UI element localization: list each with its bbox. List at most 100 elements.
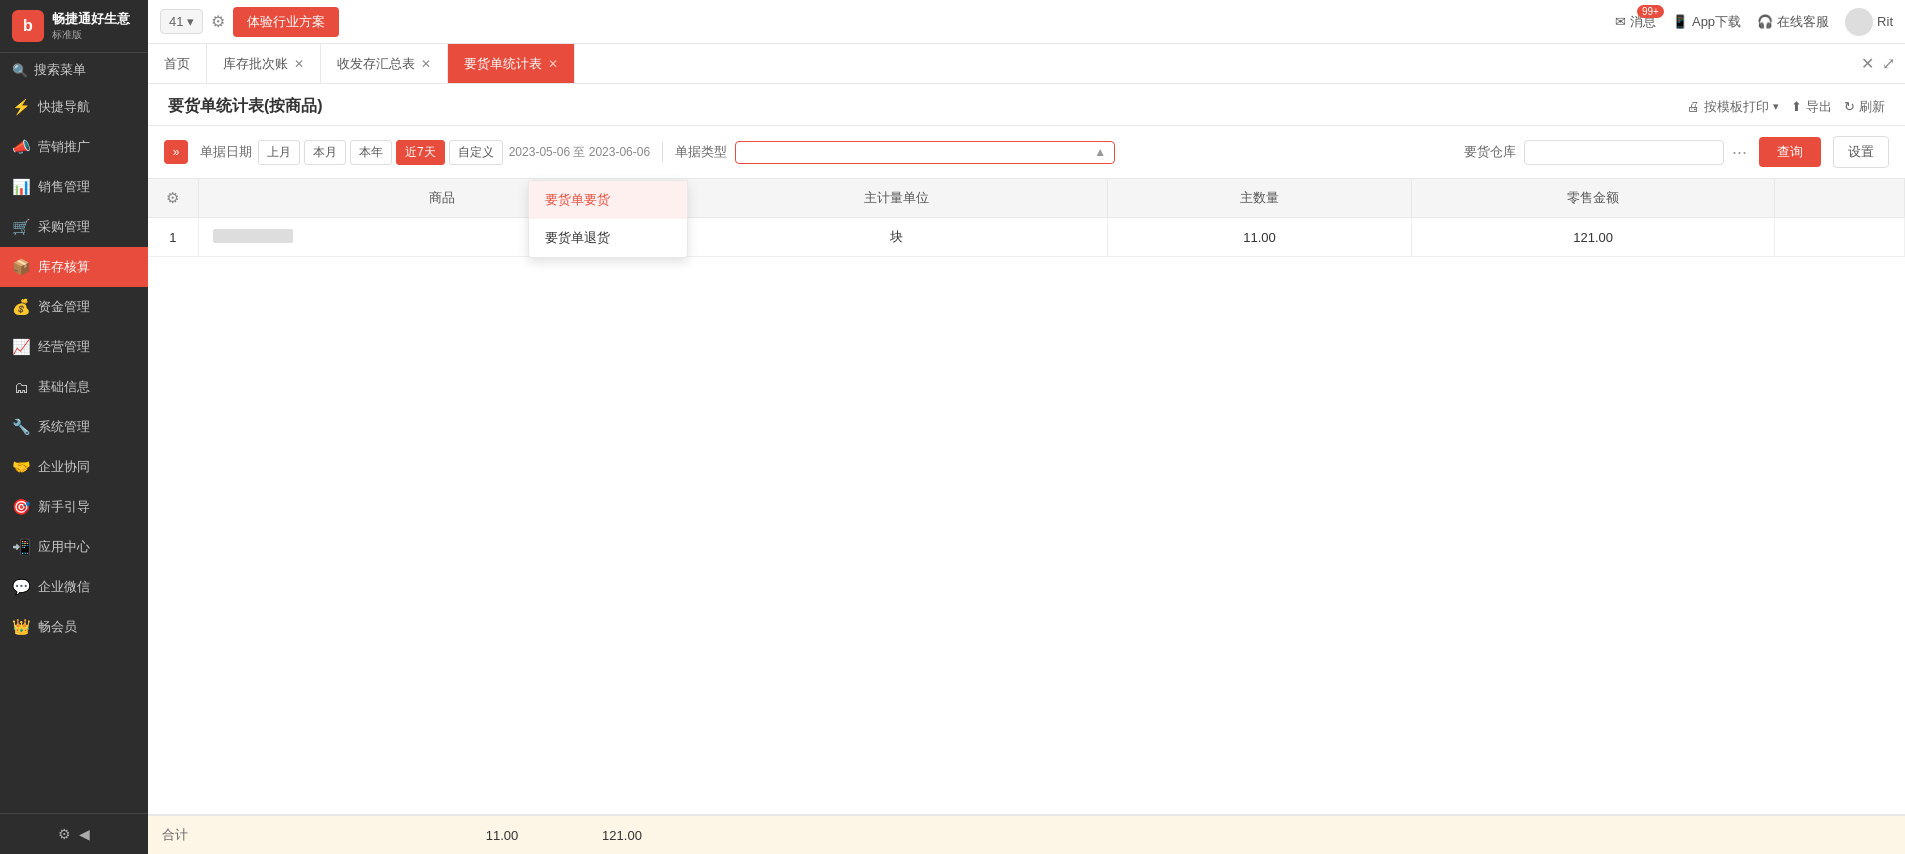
th-unit: 主计量单位 bbox=[686, 179, 1107, 218]
filter-more-icon[interactable]: ··· bbox=[1732, 142, 1747, 163]
logo-icon: b bbox=[12, 10, 44, 42]
nav-icon-finance: 💰 bbox=[12, 298, 30, 316]
filter-bar: » 单据日期 上月 本月 本年 近7天 自定义 2023-05-06 至 202… bbox=[148, 126, 1905, 179]
tab-close-all-icon[interactable]: ✕ bbox=[1861, 54, 1874, 73]
tab-home[interactable]: 首页 bbox=[148, 44, 207, 83]
message-badge: 99+ bbox=[1637, 5, 1664, 18]
tab-collect-summary[interactable]: 收发存汇总表 ✕ bbox=[321, 44, 448, 83]
date-buttons: 上月 本月 本年 近7天 自定义 bbox=[258, 140, 503, 165]
tab-expand-icon[interactable]: ⤢ bbox=[1882, 54, 1895, 73]
sidebar-item-app-center[interactable]: 📲 应用中心 bbox=[0, 527, 148, 567]
print-action[interactable]: 🖨 按模板打印 ▾ bbox=[1687, 98, 1779, 116]
online-service-button[interactable]: 🎧 在线客服 bbox=[1757, 13, 1829, 31]
filter-expand-button[interactable]: » bbox=[164, 140, 188, 164]
export-action[interactable]: ⬆ 导出 bbox=[1791, 98, 1832, 116]
sidebar-item-marketing[interactable]: 📣 营销推广 bbox=[0, 127, 148, 167]
settings-icon[interactable]: ⚙ bbox=[58, 826, 71, 842]
product-placeholder bbox=[213, 229, 293, 243]
footer-quantity: 11.00 bbox=[462, 828, 542, 843]
sidebar-item-wechat[interactable]: 💬 企业微信 bbox=[0, 567, 148, 607]
nav-icon-purchase: 🛒 bbox=[12, 218, 30, 236]
logo-area: b 畅捷通好生意 标准版 bbox=[0, 0, 148, 53]
refresh-action[interactable]: ↻ 刷新 bbox=[1844, 98, 1885, 116]
sidebar-item-sales[interactable]: 📊 销售管理 bbox=[0, 167, 148, 207]
td-seq: 1 bbox=[148, 218, 198, 257]
type-chevron-icon[interactable]: ▲ bbox=[1094, 145, 1106, 159]
type-filter-group: 单据类型 ▲ bbox=[675, 141, 1452, 164]
sidebar-item-basic[interactable]: 🗂 基础信息 bbox=[0, 367, 148, 407]
nav-icon-inventory: 📦 bbox=[12, 258, 30, 276]
sidebar-item-purchase[interactable]: 🛒 采购管理 bbox=[0, 207, 148, 247]
settings-button-filter[interactable]: 设置 bbox=[1833, 136, 1889, 168]
nav-icon-basic: 🗂 bbox=[12, 379, 30, 396]
search-icon: 🔍 bbox=[12, 63, 28, 78]
th-quantity: 主数量 bbox=[1107, 179, 1412, 218]
type-input-wrapper[interactable]: ▲ bbox=[735, 141, 1115, 164]
user-avatar[interactable]: Rit bbox=[1845, 8, 1893, 36]
page-title: 要货单统计表(按商品) bbox=[168, 96, 323, 117]
tab-batch-account[interactable]: 库存批次账 ✕ bbox=[207, 44, 321, 83]
tabs-controls: ✕ ⤢ bbox=[1851, 54, 1905, 73]
footer-label: 合计 bbox=[162, 826, 422, 844]
sidebar-item-guide[interactable]: 🎯 新手引导 bbox=[0, 487, 148, 527]
sidebar-item-quick-nav[interactable]: ⚡ 快捷导航 bbox=[0, 87, 148, 127]
td-quantity: 11.00 bbox=[1107, 218, 1412, 257]
nav-icon-app-center: 📲 bbox=[12, 538, 30, 556]
type-dropdown: 要货单要货 要货单退货 bbox=[528, 180, 688, 258]
tab-close-batch-account[interactable]: ✕ bbox=[294, 57, 304, 71]
store-selector[interactable]: 41 ▾ bbox=[160, 9, 203, 34]
warehouse-filter-group: 要货仓库 ··· bbox=[1464, 140, 1747, 165]
query-button[interactable]: 查询 bbox=[1759, 137, 1821, 167]
data-table-container: 商品 主计量单位 主数量 零售金额 1 块 11.00 bbox=[148, 179, 1905, 814]
td-amount: 121.00 bbox=[1412, 218, 1775, 257]
data-table: 商品 主计量单位 主数量 零售金额 1 块 11.00 bbox=[148, 179, 1905, 257]
app-icon: 📱 bbox=[1672, 14, 1688, 29]
th-settings-icon[interactable] bbox=[166, 189, 179, 206]
industry-solution-button[interactable]: 体验行业方案 bbox=[233, 7, 339, 37]
collapse-icon[interactable]: ◀ bbox=[79, 826, 90, 842]
avatar-image bbox=[1845, 8, 1873, 36]
this-year-btn[interactable]: 本年 bbox=[350, 140, 392, 165]
type-label: 单据类型 bbox=[675, 143, 727, 161]
messages-button[interactable]: ✉ 消息 99+ bbox=[1615, 13, 1656, 31]
tab-close-collect-summary[interactable]: ✕ bbox=[421, 57, 431, 71]
tab-close-order-stats[interactable]: ✕ bbox=[548, 57, 558, 71]
sidebar-item-operations[interactable]: 📈 经营管理 bbox=[0, 327, 148, 367]
date-filter-group: 单据日期 上月 本月 本年 近7天 自定义 2023-05-06 至 2023-… bbox=[200, 140, 650, 165]
tabs-bar: 首页 库存批次账 ✕ 收发存汇总表 ✕ 要货单统计表 ✕ ✕ ⤢ bbox=[148, 44, 1905, 84]
main-area: 41 ▾ ⚙ 体验行业方案 ✉ 消息 99+ 📱 App下载 🎧 在线客服 R bbox=[148, 0, 1905, 854]
td-extra bbox=[1775, 218, 1905, 257]
last-7days-btn[interactable]: 近7天 bbox=[396, 140, 445, 165]
this-month-btn[interactable]: 本月 bbox=[304, 140, 346, 165]
dropdown-item-order-goods[interactable]: 要货单要货 bbox=[529, 181, 687, 219]
footer-amount: 121.00 bbox=[582, 828, 662, 843]
nav-icon-member: 👑 bbox=[12, 618, 30, 636]
sidebar-item-finance[interactable]: 💰 资金管理 bbox=[0, 287, 148, 327]
page-actions: 🖨 按模板打印 ▾ ⬆ 导出 ↻ 刷新 bbox=[1687, 98, 1885, 116]
type-input[interactable] bbox=[744, 145, 1094, 160]
search-menu[interactable]: 🔍 搜索菜单 bbox=[0, 53, 148, 87]
sidebar-item-system[interactable]: 🔧 系统管理 bbox=[0, 407, 148, 447]
store-chevron-icon: ▾ bbox=[187, 14, 194, 29]
warehouse-input[interactable] bbox=[1524, 140, 1724, 165]
date-label: 单据日期 bbox=[200, 143, 252, 161]
custom-date-btn[interactable]: 自定义 bbox=[449, 140, 503, 165]
table-row: 1 块 11.00 121.00 bbox=[148, 218, 1905, 257]
sidebar-item-member[interactable]: 👑 畅会员 bbox=[0, 607, 148, 647]
nav-icon-quick-nav: ⚡ bbox=[12, 98, 30, 116]
nav-icon-sales: 📊 bbox=[12, 178, 30, 196]
warehouse-label: 要货仓库 bbox=[1464, 143, 1516, 161]
settings-button[interactable]: ⚙ bbox=[211, 12, 225, 31]
nav-icon-wechat: 💬 bbox=[12, 578, 30, 596]
th-seq bbox=[148, 179, 198, 218]
message-icon: ✉ bbox=[1615, 14, 1626, 29]
app-download-button[interactable]: 📱 App下载 bbox=[1672, 13, 1741, 31]
topbar-left: 41 ▾ ⚙ 体验行业方案 bbox=[160, 7, 1607, 37]
dropdown-item-order-return[interactable]: 要货单退货 bbox=[529, 219, 687, 257]
sidebar-item-enterprise[interactable]: 🤝 企业协同 bbox=[0, 447, 148, 487]
tab-order-stats[interactable]: 要货单统计表 ✕ bbox=[448, 44, 575, 83]
sidebar-item-inventory[interactable]: 📦 库存核算 bbox=[0, 247, 148, 287]
nav-icon-operations: 📈 bbox=[12, 338, 30, 356]
last-month-btn[interactable]: 上月 bbox=[258, 140, 300, 165]
table-footer: 合计 11.00 121.00 bbox=[148, 814, 1905, 854]
